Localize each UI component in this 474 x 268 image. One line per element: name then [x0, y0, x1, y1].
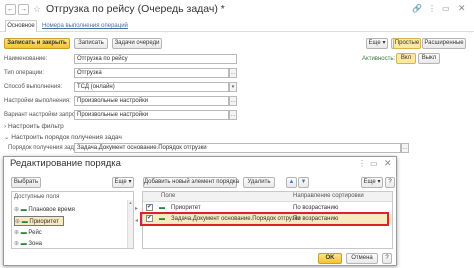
highlight-frame: [140, 212, 389, 226]
available-field-label: Плановое время: [28, 207, 75, 213]
dialog-close-icon[interactable]: ✕: [384, 158, 392, 169]
dialog-table-more-label: Еще: [363, 179, 376, 185]
tab-operation-numbers[interactable]: Номера выполнения операций: [42, 20, 128, 32]
op-type-label: Тип операции:: [4, 70, 45, 76]
dialog-more-button[interactable]: Еще ▾: [112, 177, 134, 188]
available-field-item[interactable]: ⊕ ▬ Приоритет: [14, 216, 64, 226]
exec-method-field[interactable]: ТСД (онлайн): [74, 82, 229, 92]
expand-plus-icon: ⊕: [14, 230, 20, 236]
window-title: Отгрузка по рейсу (Очередь задач) *: [46, 3, 225, 15]
arrow-up-icon: ▲: [288, 179, 295, 185]
order-field-select-icon[interactable]: …: [401, 143, 409, 153]
delete-button[interactable]: Удалить: [243, 177, 275, 188]
chevron-right-icon: ›: [4, 123, 7, 130]
query-variant-select-icon[interactable]: …: [229, 110, 237, 120]
more-label: Еще: [368, 40, 381, 46]
exec-settings-label: Настройки выполнения:: [4, 98, 71, 104]
order-section[interactable]: ⌄ Настроить порядок получения задач: [4, 133, 122, 141]
move-up-button[interactable]: ▲: [286, 177, 297, 188]
tab-main[interactable]: Основное: [5, 20, 37, 32]
dialog-maximize-icon[interactable]: ▭: [370, 159, 378, 168]
query-variant-field[interactable]: Произвольные настройки: [74, 110, 229, 120]
expand-plus-icon: ⊕: [15, 219, 21, 225]
left-scrollbar[interactable]: ▲: [127, 200, 133, 248]
tasks-queue-button[interactable]: Задачи очереди: [112, 38, 162, 49]
available-field-label: Рейс: [28, 230, 42, 236]
available-fields-panel: Доступные поля ⊕ ▬ Плановое время ⊕ ▬ Пр…: [11, 191, 134, 249]
scroll-up-icon[interactable]: ▲: [128, 200, 133, 205]
available-field-item[interactable]: ⊕ ▬ Плановое время: [14, 205, 126, 215]
ok-button[interactable]: OK: [318, 253, 342, 264]
exec-settings-field[interactable]: Произвольные настройки: [74, 96, 229, 106]
exec-settings-select-icon[interactable]: …: [229, 96, 237, 106]
close-icon[interactable]: ✕: [458, 3, 466, 14]
save-close-button[interactable]: Записать и закрыть: [4, 38, 70, 49]
op-type-field[interactable]: Отгрузка: [74, 68, 229, 78]
window-header: ← → ☆ Отгрузка по рейсу (Очередь задач) …: [0, 0, 474, 20]
order-section-label: Настроить порядок получения задач: [11, 134, 122, 141]
save-button[interactable]: Записать: [74, 38, 108, 49]
mode-advanced-button[interactable]: Расширенные: [422, 38, 466, 49]
available-field-item[interactable]: ⊕ ▬ Рейс: [14, 228, 126, 238]
field-dash-icon: ▬: [20, 207, 27, 213]
order-field-label: Порядок получения задач:: [8, 145, 82, 151]
forward-arrow-icon[interactable]: →: [18, 4, 29, 15]
query-variant-label: Вариант настройки запроса:: [4, 112, 84, 118]
order-edit-dialog: Редактирование порядка ⋮ ▭ ✕ Выбрать Еще…: [3, 156, 397, 266]
dialog-more-label: Еще: [114, 179, 127, 185]
col-direction-header: Направление сортировки: [293, 193, 364, 199]
maximize-icon[interactable]: ▭: [442, 4, 450, 13]
name-label: Наименование:: [4, 56, 48, 62]
chevron-down-icon: ▾: [377, 179, 381, 185]
available-field-label: Приоритет: [29, 219, 59, 225]
name-field[interactable]: Отгрузка по рейсу: [74, 54, 237, 64]
available-field-item[interactable]: ⊕ ▬ Зона: [14, 239, 126, 248]
kebab-menu-icon[interactable]: ⋮: [428, 4, 436, 13]
cancel-button[interactable]: Отмена: [346, 253, 378, 264]
tab-bar: Основное Номера выполнения операций: [0, 20, 474, 32]
chevron-down-icon: ▾: [382, 40, 386, 46]
dialog-kebab-icon[interactable]: ⋮: [358, 159, 366, 168]
order-table-header: Поле Направление сортировки: [143, 192, 392, 202]
available-field-label: Зона: [28, 241, 42, 247]
mode-simple-button[interactable]: Простые: [393, 38, 421, 49]
back-arrow-icon[interactable]: ←: [5, 4, 16, 15]
exec-method-dropdown-icon[interactable]: ▾: [229, 82, 237, 92]
filter-section[interactable]: › Настроить фильтр: [4, 123, 64, 130]
arrow-down-icon: ▼: [300, 179, 307, 185]
dialog-title: Редактирование порядка: [10, 158, 121, 169]
field-dash-icon: ▬: [20, 230, 27, 236]
col-field-header: Поле: [161, 193, 176, 199]
exec-method-label: Способ выполнения:: [4, 84, 63, 90]
filter-section-label: Настроить фильтр: [7, 123, 64, 130]
dialog-table-more-button[interactable]: Еще ▾: [361, 177, 383, 188]
row-checkbox[interactable]: ✔: [146, 204, 153, 211]
move-down-button[interactable]: ▼: [298, 177, 309, 188]
op-type-select-icon[interactable]: …: [229, 68, 237, 78]
available-fields-header: Доступные поля: [14, 194, 60, 200]
transfer-right-icon[interactable]: ▸: [135, 205, 138, 212]
link-icon[interactable]: 🔗: [412, 4, 422, 13]
more-button[interactable]: Еще ▾: [366, 38, 388, 49]
select-button[interactable]: Выбрать: [11, 177, 41, 188]
field-dash-icon: ▬: [21, 219, 28, 225]
chevron-down-icon: ▾: [128, 179, 132, 185]
add-order-element-button[interactable]: Добавить новый элемент порядка: [143, 177, 239, 188]
activity-off-button[interactable]: Выкл: [418, 53, 440, 64]
expand-plus-icon: ⊕: [14, 207, 20, 213]
field-dash-icon: ▬: [20, 241, 27, 247]
order-field[interactable]: Задача.Документ основание.Порядок отгруз…: [74, 143, 401, 153]
chevron-down-icon: ⌄: [4, 134, 10, 141]
dialog-help-button[interactable]: ?: [385, 177, 395, 188]
transfer-left-icon[interactable]: ◂: [135, 217, 138, 224]
favorite-star-icon[interactable]: ☆: [33, 4, 41, 15]
activity-label: Активность:: [362, 56, 396, 62]
activity-on-button[interactable]: Вкл: [396, 53, 416, 64]
expand-plus-icon: ⊕: [14, 241, 20, 247]
dialog-footer-help-button[interactable]: ?: [382, 253, 392, 264]
